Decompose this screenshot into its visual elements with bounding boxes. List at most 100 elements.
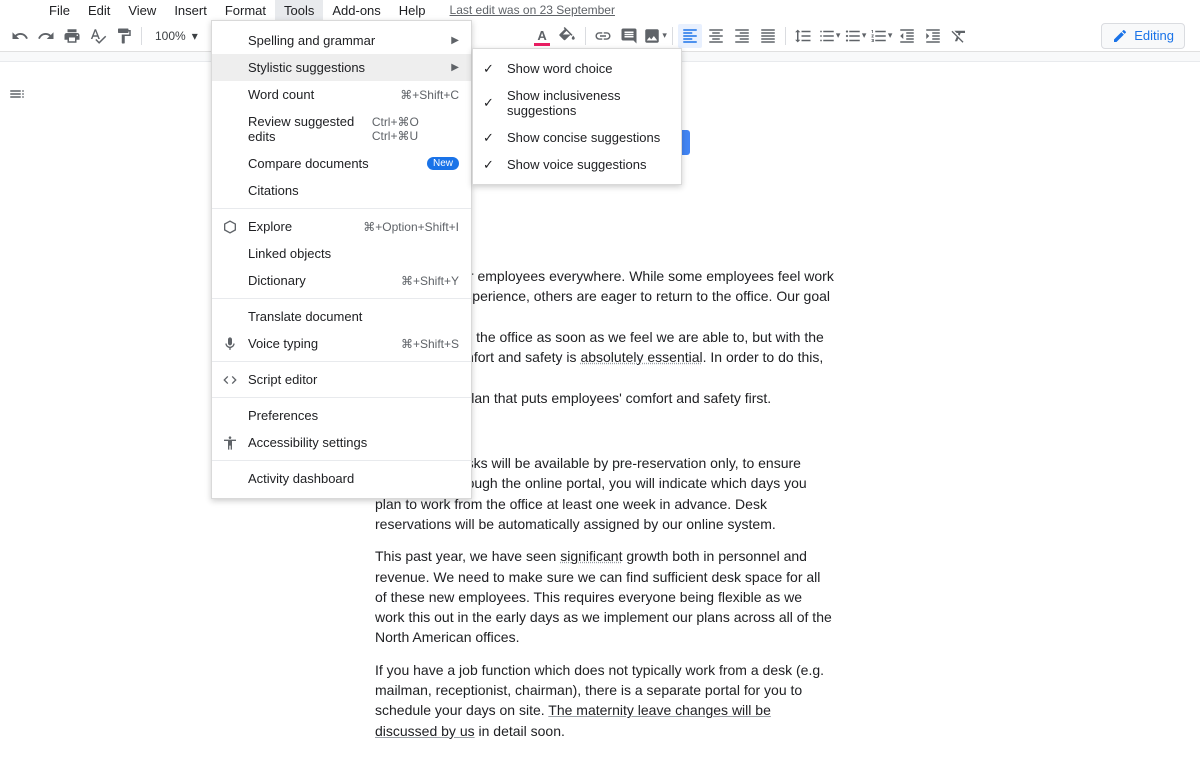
menu-tools[interactable]: Tools bbox=[275, 0, 323, 21]
menu-item-label: Spelling and grammar bbox=[248, 33, 375, 48]
menu-preferences[interactable]: Preferences bbox=[212, 402, 471, 429]
menu-dictionary[interactable]: Dictionary ⌘+Shift+Y bbox=[212, 267, 471, 294]
menu-help[interactable]: Help bbox=[390, 0, 435, 21]
menu-insert[interactable]: Insert bbox=[165, 0, 216, 21]
menu-separator bbox=[212, 397, 471, 398]
menu-file[interactable]: File bbox=[40, 0, 79, 21]
separator bbox=[585, 27, 586, 45]
text-color-button[interactable]: A bbox=[530, 24, 554, 48]
menu-separator bbox=[212, 460, 471, 461]
check-icon: ✓ bbox=[483, 95, 494, 111]
undo-button[interactable] bbox=[8, 24, 32, 48]
align-left-button[interactable] bbox=[678, 24, 702, 48]
paint-format-button[interactable] bbox=[112, 24, 136, 48]
menu-separator bbox=[212, 361, 471, 362]
menu-item-label: Stylistic suggestions bbox=[248, 60, 365, 75]
menu-item-label: Linked objects bbox=[248, 246, 331, 261]
comment-button[interactable] bbox=[617, 24, 641, 48]
dropdown-arrow-icon: ▾ bbox=[192, 29, 198, 43]
submenu-inclusiveness[interactable]: ✓ Show inclusiveness suggestions bbox=[473, 82, 681, 124]
menubar: File Edit View Insert Format Tools Add-o… bbox=[0, 0, 1200, 20]
menu-activity-dashboard[interactable]: Activity dashboard bbox=[212, 465, 471, 492]
redo-button[interactable] bbox=[34, 24, 58, 48]
align-right-button[interactable] bbox=[730, 24, 754, 48]
stylistic-submenu: ✓Show word choice ✓ Show inclusiveness su… bbox=[472, 48, 682, 185]
menu-view[interactable]: View bbox=[119, 0, 165, 21]
submenu-item-label: Show voice suggestions bbox=[507, 157, 646, 172]
menu-addons[interactable]: Add-ons bbox=[323, 0, 389, 21]
menu-item-label: Activity dashboard bbox=[248, 471, 354, 486]
menu-linked-objects[interactable]: Linked objects bbox=[212, 240, 471, 267]
align-center-button[interactable] bbox=[704, 24, 728, 48]
menu-item-label: Translate document bbox=[248, 309, 362, 324]
menu-accessibility[interactable]: Accessibility settings bbox=[212, 429, 471, 456]
menu-edit[interactable]: Edit bbox=[79, 0, 119, 21]
image-button[interactable]: ▾ bbox=[643, 24, 667, 48]
clear-format-button[interactable] bbox=[947, 24, 971, 48]
print-button[interactable] bbox=[60, 24, 84, 48]
menu-item-label: Compare documents bbox=[248, 156, 369, 171]
code-icon bbox=[222, 372, 238, 388]
separator bbox=[785, 27, 786, 45]
menu-item-label: Word count bbox=[248, 87, 314, 102]
menu-translate[interactable]: Translate document bbox=[212, 303, 471, 330]
zoom-select[interactable]: 100% ▾ bbox=[147, 29, 206, 43]
align-justify-button[interactable] bbox=[756, 24, 780, 48]
menu-separator bbox=[212, 298, 471, 299]
shortcut-text: ⌘+Shift+C bbox=[400, 88, 459, 102]
indent-decrease-button[interactable] bbox=[895, 24, 919, 48]
menu-voice-typing[interactable]: Voice typing ⌘+Shift+S bbox=[212, 330, 471, 357]
menu-item-label: Dictionary bbox=[248, 273, 306, 288]
tools-dropdown: Spelling and grammar ▶ Stylistic suggesti… bbox=[211, 20, 472, 499]
doc-paragraph: This past year, we have seen significant… bbox=[375, 546, 835, 647]
menu-script-editor[interactable]: Script editor bbox=[212, 366, 471, 393]
submenu-word-choice[interactable]: ✓Show word choice bbox=[473, 55, 681, 82]
menu-item-label: Citations bbox=[248, 183, 299, 198]
menu-review-edits[interactable]: Review suggested editsCtrl+⌘O Ctrl+⌘U bbox=[212, 108, 471, 150]
submenu-concise[interactable]: ✓ Show concise suggestions bbox=[473, 124, 681, 151]
submenu-voice[interactable]: ✓ Show voice suggestions bbox=[473, 151, 681, 178]
numbered-list-button[interactable]: ▾ bbox=[869, 24, 893, 48]
shortcut-text: ⌘+Option+Shift+I bbox=[363, 220, 459, 234]
menu-item-label: Preferences bbox=[248, 408, 318, 423]
separator bbox=[141, 27, 142, 45]
mic-icon bbox=[222, 336, 238, 352]
line-spacing-button[interactable] bbox=[791, 24, 815, 48]
shortcut-text: ⌘+Shift+S bbox=[401, 337, 459, 351]
menu-spelling-grammar[interactable]: Spelling and grammar ▶ bbox=[212, 27, 471, 54]
submenu-item-label: Show inclusiveness suggestions bbox=[507, 88, 669, 118]
menu-separator bbox=[212, 208, 471, 209]
spellcheck-button[interactable] bbox=[86, 24, 110, 48]
link-button[interactable] bbox=[591, 24, 615, 48]
menu-item-label: Accessibility settings bbox=[248, 435, 367, 450]
check-icon: ✓ bbox=[483, 157, 494, 173]
separator bbox=[672, 27, 673, 45]
menu-word-count[interactable]: Word count ⌘+Shift+C bbox=[212, 81, 471, 108]
indent-increase-button[interactable] bbox=[921, 24, 945, 48]
menu-compare-docs[interactable]: Compare documents New bbox=[212, 150, 471, 177]
new-badge: New bbox=[427, 157, 459, 170]
zoom-value: 100% bbox=[155, 29, 186, 43]
submenu-arrow-icon: ▶ bbox=[451, 35, 459, 46]
submenu-arrow-icon: ▶ bbox=[451, 62, 459, 73]
accessibility-icon bbox=[222, 435, 238, 451]
check-icon: ✓ bbox=[483, 130, 494, 146]
outline-toggle[interactable] bbox=[8, 85, 28, 105]
shortcut-text: ⌘+Shift+Y bbox=[401, 274, 459, 288]
menu-item-label: Review suggested edits bbox=[248, 114, 372, 144]
menu-stylistic-suggestions[interactable]: Stylistic suggestions ▶ bbox=[212, 54, 471, 81]
doc-paragraph: If you have a job function which does no… bbox=[375, 660, 835, 741]
editing-label: Editing bbox=[1134, 28, 1174, 43]
menu-item-label: Script editor bbox=[248, 372, 317, 387]
last-edit-link[interactable]: Last edit was on 23 September bbox=[450, 3, 615, 17]
highlight-button[interactable] bbox=[556, 24, 580, 48]
editing-mode-button[interactable]: Editing bbox=[1101, 23, 1185, 49]
submenu-item-label: Show concise suggestions bbox=[507, 130, 660, 145]
check-icon: ✓ bbox=[483, 61, 494, 77]
menu-format[interactable]: Format bbox=[216, 0, 275, 21]
menu-explore[interactable]: Explore⌘+Option+Shift+I bbox=[212, 213, 471, 240]
menu-citations[interactable]: Citations bbox=[212, 177, 471, 204]
menu-item-label: Voice typing bbox=[248, 336, 318, 351]
checklist-button[interactable]: ▾ bbox=[817, 24, 841, 48]
bulleted-list-button[interactable]: ▾ bbox=[843, 24, 867, 48]
